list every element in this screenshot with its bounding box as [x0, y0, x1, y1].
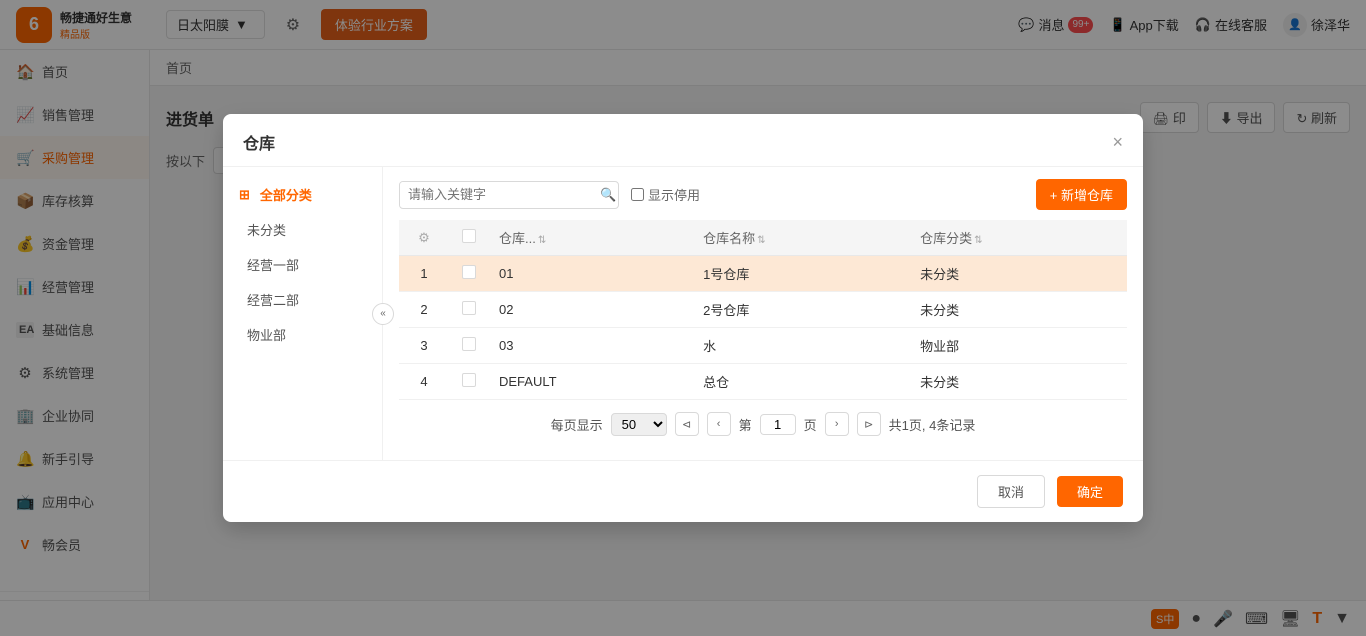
- sort-arrow-name: ⇅: [757, 235, 765, 246]
- modal-body: ⊞ 全部分类 未分类 经营一部 经营二部 物业部 « 🔍: [223, 167, 1143, 460]
- row-seq: 3: [399, 328, 449, 364]
- modal-header: 仓库 ×: [223, 114, 1143, 167]
- modal-footer: 取消 确定: [223, 460, 1143, 522]
- col-name[interactable]: 仓库名称⇅: [693, 220, 910, 256]
- page-size-select[interactable]: 50 100 200: [611, 413, 667, 436]
- sort-arrow-code: ⇅: [538, 235, 546, 246]
- row-seq: 4: [399, 364, 449, 400]
- table-header-row: ⚙ 仓库...⇅ 仓库名称⇅ 仓库分类⇅: [399, 220, 1127, 256]
- warehouse-table: ⚙ 仓库...⇅ 仓库名称⇅ 仓库分类⇅ 1 01: [399, 220, 1127, 400]
- row-code: 02: [489, 292, 693, 328]
- category-all-item[interactable]: ⊞ 全部分类: [223, 177, 382, 212]
- col-code[interactable]: 仓库...⇅: [489, 220, 693, 256]
- table-toolbar: 🔍 显示停用 + 新增仓库: [399, 179, 1127, 210]
- show-disabled-label[interactable]: 显示停用: [631, 185, 700, 204]
- page-last-btn[interactable]: ⊳: [857, 412, 881, 436]
- row-seq: 1: [399, 256, 449, 292]
- row-checkbox[interactable]: [449, 328, 489, 364]
- modal-overlay[interactable]: 仓库 × ⊞ 全部分类 未分类 经营一部 经营二部 物业部 «: [0, 0, 1366, 636]
- page-prev-btn[interactable]: ‹: [707, 412, 731, 436]
- search-box: 🔍: [399, 181, 619, 209]
- table-row[interactable]: 3 03 水 物业部: [399, 328, 1127, 364]
- table-panel: 🔍 显示停用 + 新增仓库 ⚙: [383, 167, 1143, 460]
- table-row[interactable]: 4 DEFAULT 总仓 未分类: [399, 364, 1127, 400]
- category-item-ops2[interactable]: 经营二部: [223, 282, 382, 317]
- col-checkbox[interactable]: [449, 220, 489, 256]
- row-code: 01: [489, 256, 693, 292]
- row-name: 水: [693, 328, 910, 364]
- cancel-button[interactable]: 取消: [977, 475, 1045, 508]
- row-code: 03: [489, 328, 693, 364]
- show-disabled-checkbox[interactable]: [631, 188, 644, 201]
- row-checkbox[interactable]: [449, 256, 489, 292]
- category-item-property[interactable]: 物业部: [223, 317, 382, 352]
- table-row[interactable]: 2 02 2号仓库 未分类: [399, 292, 1127, 328]
- table-scroll-area: ⚙ 仓库...⇅ 仓库名称⇅ 仓库分类⇅ 1 01: [399, 220, 1127, 400]
- row-seq: 2: [399, 292, 449, 328]
- warehouse-modal: 仓库 × ⊞ 全部分类 未分类 经营一部 经营二部 物业部 «: [223, 114, 1143, 522]
- row-checkbox[interactable]: [449, 364, 489, 400]
- row-name: 1号仓库: [693, 256, 910, 292]
- category-item-ops1[interactable]: 经营一部: [223, 247, 382, 282]
- page-next-btn[interactable]: ›: [825, 412, 849, 436]
- grid-icon: ⊞: [239, 187, 250, 203]
- row-checkbox[interactable]: [449, 292, 489, 328]
- page-first-btn[interactable]: ⊲: [675, 412, 699, 436]
- checkbox-row3[interactable]: [462, 337, 476, 351]
- header-checkbox[interactable]: [462, 229, 476, 243]
- table-row[interactable]: 1 01 1号仓库 未分类: [399, 256, 1127, 292]
- row-category: 物业部: [910, 328, 1127, 364]
- sort-arrow-category: ⇅: [974, 235, 982, 246]
- row-name: 总仓: [693, 364, 910, 400]
- col-gear[interactable]: ⚙: [399, 220, 449, 256]
- confirm-button[interactable]: 确定: [1057, 476, 1123, 507]
- row-code: DEFAULT: [489, 364, 693, 400]
- row-category: 未分类: [910, 292, 1127, 328]
- modal-close-btn[interactable]: ×: [1112, 133, 1123, 151]
- row-category: 未分类: [910, 364, 1127, 400]
- search-input[interactable]: [400, 182, 592, 207]
- col-category[interactable]: 仓库分类⇅: [910, 220, 1127, 256]
- table-toolbar-left: 🔍 显示停用: [399, 181, 700, 209]
- row-category: 未分类: [910, 256, 1127, 292]
- checkbox-row2[interactable]: [462, 301, 476, 315]
- modal-title: 仓库: [243, 130, 275, 154]
- category-item-uncategorized[interactable]: 未分类: [223, 212, 382, 247]
- add-warehouse-btn[interactable]: + 新增仓库: [1036, 179, 1127, 210]
- collapse-panel-btn[interactable]: «: [372, 303, 394, 325]
- checkbox-row4[interactable]: [462, 373, 476, 387]
- page-number-input[interactable]: [760, 414, 796, 435]
- checkbox-row1[interactable]: [462, 265, 476, 279]
- category-panel: ⊞ 全部分类 未分类 经营一部 经营二部 物业部 «: [223, 167, 383, 460]
- pagination: 每页显示 50 100 200 ⊲ ‹ 第 页 › ⊳ 共1页, 4条记录: [399, 400, 1127, 448]
- search-icon[interactable]: 🔍: [592, 182, 619, 208]
- row-name: 2号仓库: [693, 292, 910, 328]
